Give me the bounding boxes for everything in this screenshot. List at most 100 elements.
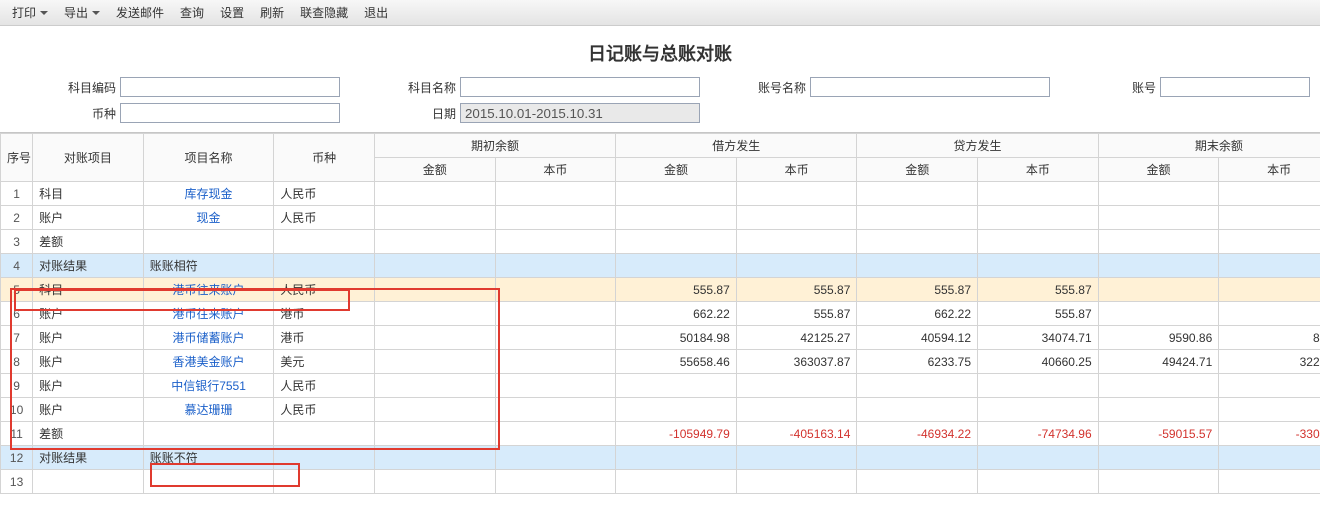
project-link[interactable]: 港币往来账户: [150, 281, 268, 298]
toolbar-设置[interactable]: 设置: [212, 0, 252, 25]
col-credit-base[interactable]: 本币: [978, 158, 1099, 182]
cell: [1098, 302, 1219, 326]
toolbar-刷新[interactable]: 刷新: [252, 0, 292, 25]
cell: [978, 446, 1099, 470]
cell: 账户: [33, 326, 144, 350]
project-link[interactable]: 港币储蓄账户: [150, 329, 268, 346]
table-row[interactable]: 9账户中信银行7551人民币: [1, 374, 1320, 398]
date-input[interactable]: [460, 103, 700, 123]
project-link[interactable]: 港币往来账户: [150, 305, 268, 322]
cell: [374, 278, 495, 302]
cell: [1219, 206, 1320, 230]
subject-name-input[interactable]: [460, 77, 700, 97]
col-close[interactable]: 期末余额: [1098, 134, 1320, 158]
table-row[interactable]: 13: [1, 470, 1320, 494]
table-row[interactable]: 2账户现金人民币: [1, 206, 1320, 230]
project-link[interactable]: 香港美金账户: [150, 353, 268, 370]
table-row[interactable]: 3差额: [1, 230, 1320, 254]
project-link[interactable]: 库存现金: [150, 185, 268, 202]
toolbar-导出[interactable]: 导出: [56, 0, 108, 25]
table-row[interactable]: 10账户慕达珊珊人民币: [1, 398, 1320, 422]
cell: 40660.25: [978, 350, 1099, 374]
table-row[interactable]: 12对账结果账账不符: [1, 446, 1320, 470]
cell: [495, 254, 616, 278]
cell: [736, 374, 857, 398]
cell: [857, 182, 978, 206]
cell: 中信银行7551: [143, 374, 274, 398]
cell: 7: [1, 326, 33, 350]
cell: [374, 206, 495, 230]
table-row[interactable]: 7账户港币储蓄账户港币50184.9842125.2740594.1234074…: [1, 326, 1320, 350]
table-row[interactable]: 4对账结果账账相符: [1, 254, 1320, 278]
cell: 差额: [33, 230, 144, 254]
col-debit-base[interactable]: 本币: [736, 158, 857, 182]
toolbar-退出[interactable]: 退出: [356, 0, 396, 25]
cell: 662.22: [857, 302, 978, 326]
toolbar: 打印导出发送邮件查询设置刷新联查隐藏退出: [0, 0, 1320, 26]
toolbar-发送邮件[interactable]: 发送邮件: [108, 0, 172, 25]
cell: 账账相符: [143, 254, 274, 278]
col-currency[interactable]: 币种: [274, 134, 375, 182]
date-label: 日期: [400, 105, 460, 122]
cell: [374, 374, 495, 398]
cell: -59015.57: [1098, 422, 1219, 446]
cell: 55658.46: [616, 350, 737, 374]
cell: 港币往来账户: [143, 278, 274, 302]
cell: [33, 470, 144, 494]
cell: 人民币: [274, 398, 375, 422]
cell: [616, 470, 737, 494]
cell: [736, 446, 857, 470]
toolbar-查询[interactable]: 查询: [172, 0, 212, 25]
table-row[interactable]: 8账户香港美金账户美元55658.46363037.876233.7540660…: [1, 350, 1320, 374]
cell: 库存现金: [143, 182, 274, 206]
col-seq[interactable]: 序号: [1, 134, 33, 182]
cell: 555.87: [736, 278, 857, 302]
col-debit-amount[interactable]: 金额: [616, 158, 737, 182]
cell: 555.87: [978, 302, 1099, 326]
col-item[interactable]: 对账项目: [33, 134, 144, 182]
col-open-base[interactable]: 本币: [495, 158, 616, 182]
cell: [857, 446, 978, 470]
col-credit-amount[interactable]: 金额: [857, 158, 978, 182]
cell: [374, 302, 495, 326]
col-credit[interactable]: 贷方发生: [857, 134, 1098, 158]
table-row[interactable]: 5科目港币往来账户人民币555.87555.87555.87555.87: [1, 278, 1320, 302]
filter-panel: 科目编码 科目名称 账号名称 账号 币种 日期: [0, 74, 1320, 132]
cell: [1219, 374, 1320, 398]
cell: 42125.27: [736, 326, 857, 350]
col-debit[interactable]: 借方发生: [616, 134, 857, 158]
col-open-amount[interactable]: 金额: [374, 158, 495, 182]
col-close-amount[interactable]: 金额: [1098, 158, 1219, 182]
currency-input[interactable]: [120, 103, 340, 123]
cell: 4: [1, 254, 33, 278]
cell: [374, 398, 495, 422]
account-no-input[interactable]: [1160, 77, 1310, 97]
table-row[interactable]: 1科目库存现金人民币: [1, 182, 1320, 206]
col-name[interactable]: 项目名称: [143, 134, 274, 182]
table-row[interactable]: 6账户港币往来账户港币662.22555.87662.22555.87: [1, 302, 1320, 326]
cell: [1098, 446, 1219, 470]
col-close-base[interactable]: 本币: [1219, 158, 1320, 182]
cell: [374, 470, 495, 494]
cell: 账户: [33, 206, 144, 230]
cell: [1098, 278, 1219, 302]
account-name-input[interactable]: [810, 77, 1050, 97]
cell: 差额: [33, 422, 144, 446]
toolbar-联查隐藏[interactable]: 联查隐藏: [292, 0, 356, 25]
col-open[interactable]: 期初余额: [374, 134, 615, 158]
project-link[interactable]: 现金: [150, 209, 268, 226]
cell: [616, 182, 737, 206]
account-no-label: 账号: [1120, 79, 1160, 96]
cell: 对账结果: [33, 446, 144, 470]
subject-code-input[interactable]: [120, 77, 340, 97]
project-link[interactable]: 中信银行7551: [150, 377, 268, 394]
cell: [616, 206, 737, 230]
cell: 人民币: [274, 374, 375, 398]
project-link[interactable]: 慕达珊珊: [150, 401, 268, 418]
cell: 13: [1, 470, 33, 494]
subject-name-label: 科目名称: [400, 79, 460, 96]
cell: 账户: [33, 374, 144, 398]
table-row[interactable]: 11差额-105949.79-405163.14-46934.22-74734.…: [1, 422, 1320, 446]
cell: [616, 254, 737, 278]
toolbar-打印[interactable]: 打印: [4, 0, 56, 25]
